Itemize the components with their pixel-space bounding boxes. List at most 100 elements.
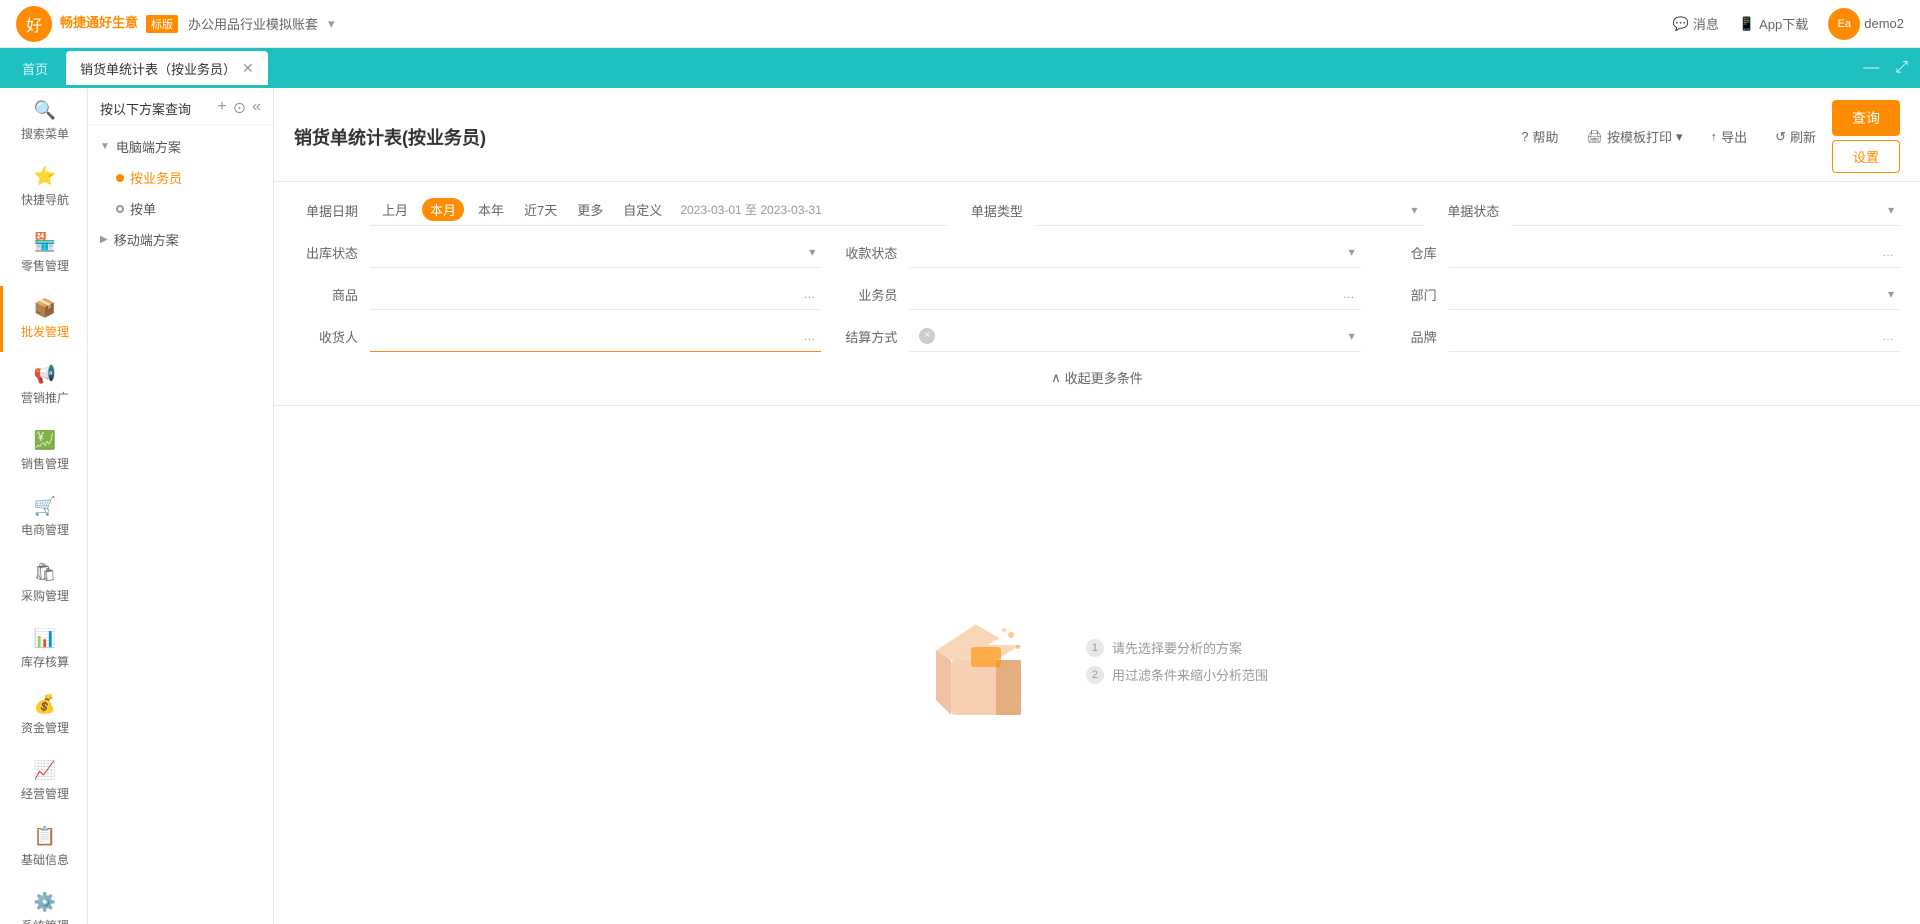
export-btn[interactable]: ↑ 导出: [1703, 123, 1756, 150]
tab-maximize-btn[interactable]: ⤢: [1891, 55, 1912, 81]
doc-type-field[interactable]: ▾: [1035, 194, 1424, 226]
doc-status-field[interactable]: ▾: [1511, 194, 1900, 226]
dropdown-icon[interactable]: ▾: [328, 16, 335, 32]
user-area[interactable]: Ea demo2: [1828, 8, 1904, 40]
sidebar-label-quick-nav: 快捷导航: [21, 191, 69, 208]
message-label: 消息: [1693, 14, 1719, 33]
setting-btn[interactable]: 设置: [1832, 140, 1900, 173]
step-2-num: 2: [1086, 666, 1104, 684]
sidebar-label-operation: 经营管理: [21, 785, 69, 802]
date-tab-more[interactable]: 更多: [571, 198, 609, 221]
tree-item-mobile[interactable]: ▶ 移动端方案: [88, 224, 273, 255]
sidebar-label-system: 系统管理: [21, 917, 69, 924]
sidebar-item-quick-nav[interactable]: ⭐ 快捷导航: [0, 154, 87, 220]
sidebar-label-marketing: 营销推广: [21, 389, 69, 406]
help-btn[interactable]: ? 帮助: [1513, 123, 1566, 150]
doc-status-arrow: ▾: [1888, 203, 1894, 217]
filter-area: 单据日期 上月 本月 本年 近7天 更多 自定义 2023-03-01 至 20…: [274, 182, 1920, 406]
tree-item-desktop[interactable]: ▼ 电脑端方案: [88, 131, 273, 162]
refresh-icon: ↺: [1775, 129, 1786, 145]
date-tab-last-month[interactable]: 上月: [376, 198, 414, 221]
sidebar-item-ecommerce[interactable]: 🛒 电商管理: [0, 484, 87, 550]
dept-arrow: ▾: [1888, 287, 1894, 301]
tab-sales-stat[interactable]: 销货单统计表（按业务员） ✕: [66, 51, 268, 85]
step-1-num: 1: [1086, 639, 1104, 657]
tab-sales-stat-label: 销货单统计表（按业务员）: [80, 59, 236, 78]
logo-area: 好 畅捷通好生意 标版: [16, 6, 178, 42]
edit-scheme-btn[interactable]: ⊙: [233, 98, 246, 118]
payment-arrow: ▾: [1349, 329, 1355, 343]
right-panel: 销货单统计表(按业务员) ? 帮助 🖨 按模板打印 ▾ ↑: [274, 88, 1920, 924]
tab-close-icon[interactable]: ✕: [242, 61, 254, 75]
refresh-btn[interactable]: ↺ 刷新: [1767, 123, 1824, 150]
payment-field[interactable]: × ▾: [909, 320, 1360, 352]
tree-child-salesman[interactable]: 按业务员: [116, 162, 273, 193]
sidebar-item-purchase[interactable]: 🛍 采购管理: [0, 550, 87, 616]
print-btn[interactable]: 🖨 按模板打印 ▾: [1579, 123, 1691, 150]
tree-child-order[interactable]: 按单: [116, 193, 273, 224]
brand-label: 品牌: [1373, 327, 1437, 346]
salesman-field[interactable]: …: [909, 278, 1360, 310]
collapse-panel-btn[interactable]: «: [252, 98, 261, 118]
sidebar-item-marketing[interactable]: 📢 营销推广: [0, 352, 87, 418]
add-scheme-btn[interactable]: +: [217, 98, 226, 118]
tabbar-actions: — ⤢: [1859, 55, 1912, 81]
outline-dot-icon: [116, 205, 124, 213]
date-tab-this-year[interactable]: 本年: [472, 198, 510, 221]
sidebar-item-sales[interactable]: 💹 销售管理: [0, 418, 87, 484]
doc-type-label: 单据类型: [959, 201, 1023, 220]
message-btn[interactable]: 💬 消息: [1673, 14, 1719, 33]
main-layout: 🔍 搜索菜单 ⭐ 快捷导航 🏪 零售管理 📦 批发管理 📢 营销推广 💹 销售管…: [0, 88, 1920, 924]
collapse-btn[interactable]: ∧ 收起更多条件: [294, 362, 1900, 393]
goods-field[interactable]: …: [370, 278, 821, 310]
recipient-field[interactable]: …: [370, 320, 821, 352]
sidebar-item-operation[interactable]: 📈 经营管理: [0, 748, 87, 814]
selected-dot-icon: [116, 174, 124, 182]
finance-icon: 💰: [34, 694, 56, 715]
app-name[interactable]: 办公用品行业模拟账套: [188, 14, 318, 33]
step-1-text: 请先选择要分析的方案: [1112, 638, 1242, 657]
date-tab-7days[interactable]: 近7天: [518, 198, 563, 221]
brand-field[interactable]: …: [1449, 320, 1900, 352]
tree-child-desktop: 按业务员 按单: [88, 162, 273, 224]
collect-status-field[interactable]: ▾: [909, 236, 1360, 268]
payment-clear-btn[interactable]: ×: [919, 328, 935, 344]
sidebar-label-search: 搜索菜单: [21, 125, 69, 142]
out-status-label: 出库状态: [294, 243, 358, 262]
date-field[interactable]: 上月 本月 本年 近7天 更多 自定义 2023-03-01 至 2023-03…: [370, 194, 947, 226]
logo-icon: 好: [16, 6, 52, 42]
empty-text: 1 请先选择要分析的方案 2 用过滤条件来缩小分析范围: [1086, 638, 1268, 692]
doc-status-label: 单据状态: [1435, 201, 1499, 220]
empty-state: 1 请先选择要分析的方案 2 用过滤条件来缩小分析范围: [274, 406, 1920, 924]
sidebar-label-sales: 销售管理: [21, 455, 69, 472]
date-tab-custom[interactable]: 自定义: [617, 198, 668, 221]
purchase-icon: 🛍: [34, 562, 57, 583]
sidebar: 🔍 搜索菜单 ⭐ 快捷导航 🏪 零售管理 📦 批发管理 📢 营销推广 💹 销售管…: [0, 88, 88, 924]
sidebar-item-search[interactable]: 🔍 搜索菜单: [0, 88, 87, 154]
sidebar-item-basic[interactable]: 📋 基础信息: [0, 814, 87, 880]
tree-section: ▼ 电脑端方案 按业务员 按单 ▶ 移动端方案: [88, 125, 273, 261]
brand-name: 畅捷通好生意: [60, 15, 138, 32]
topbar-right: 💬 消息 📱 App下载 Ea demo2: [1673, 8, 1904, 40]
sales-icon: 💹: [34, 430, 56, 451]
warehouse-field[interactable]: …: [1449, 236, 1900, 268]
date-range: 2023-03-01 至 2023-03-31: [680, 201, 821, 218]
tab-home[interactable]: 首页: [8, 51, 62, 85]
sidebar-item-wholesale[interactable]: 📦 批发管理: [0, 286, 87, 352]
sidebar-item-system[interactable]: ⚙️ 系统管理: [0, 880, 87, 924]
filter-row-1: 单据日期 上月 本月 本年 近7天 更多 自定义 2023-03-01 至 20…: [294, 194, 1900, 226]
tree-child-order-label: 按单: [130, 199, 156, 218]
sidebar-item-retail[interactable]: 🏪 零售管理: [0, 220, 87, 286]
sidebar-label-basic: 基础信息: [21, 851, 69, 868]
sidebar-item-finance[interactable]: 💰 资金管理: [0, 682, 87, 748]
goods-label: 商品: [294, 285, 358, 304]
step-2-text: 用过滤条件来缩小分析范围: [1112, 665, 1268, 684]
sidebar-item-inventory[interactable]: 📊 库存核算: [0, 616, 87, 682]
date-tab-this-month[interactable]: 本月: [422, 198, 464, 221]
out-status-field[interactable]: ▾: [370, 236, 821, 268]
query-btn[interactable]: 查询: [1832, 100, 1900, 136]
tab-minimize-btn[interactable]: —: [1859, 55, 1883, 81]
dept-field[interactable]: ▾: [1449, 278, 1900, 310]
app-download-btn[interactable]: 📱 App下载: [1739, 14, 1808, 33]
retail-icon: 🏪: [34, 232, 56, 253]
